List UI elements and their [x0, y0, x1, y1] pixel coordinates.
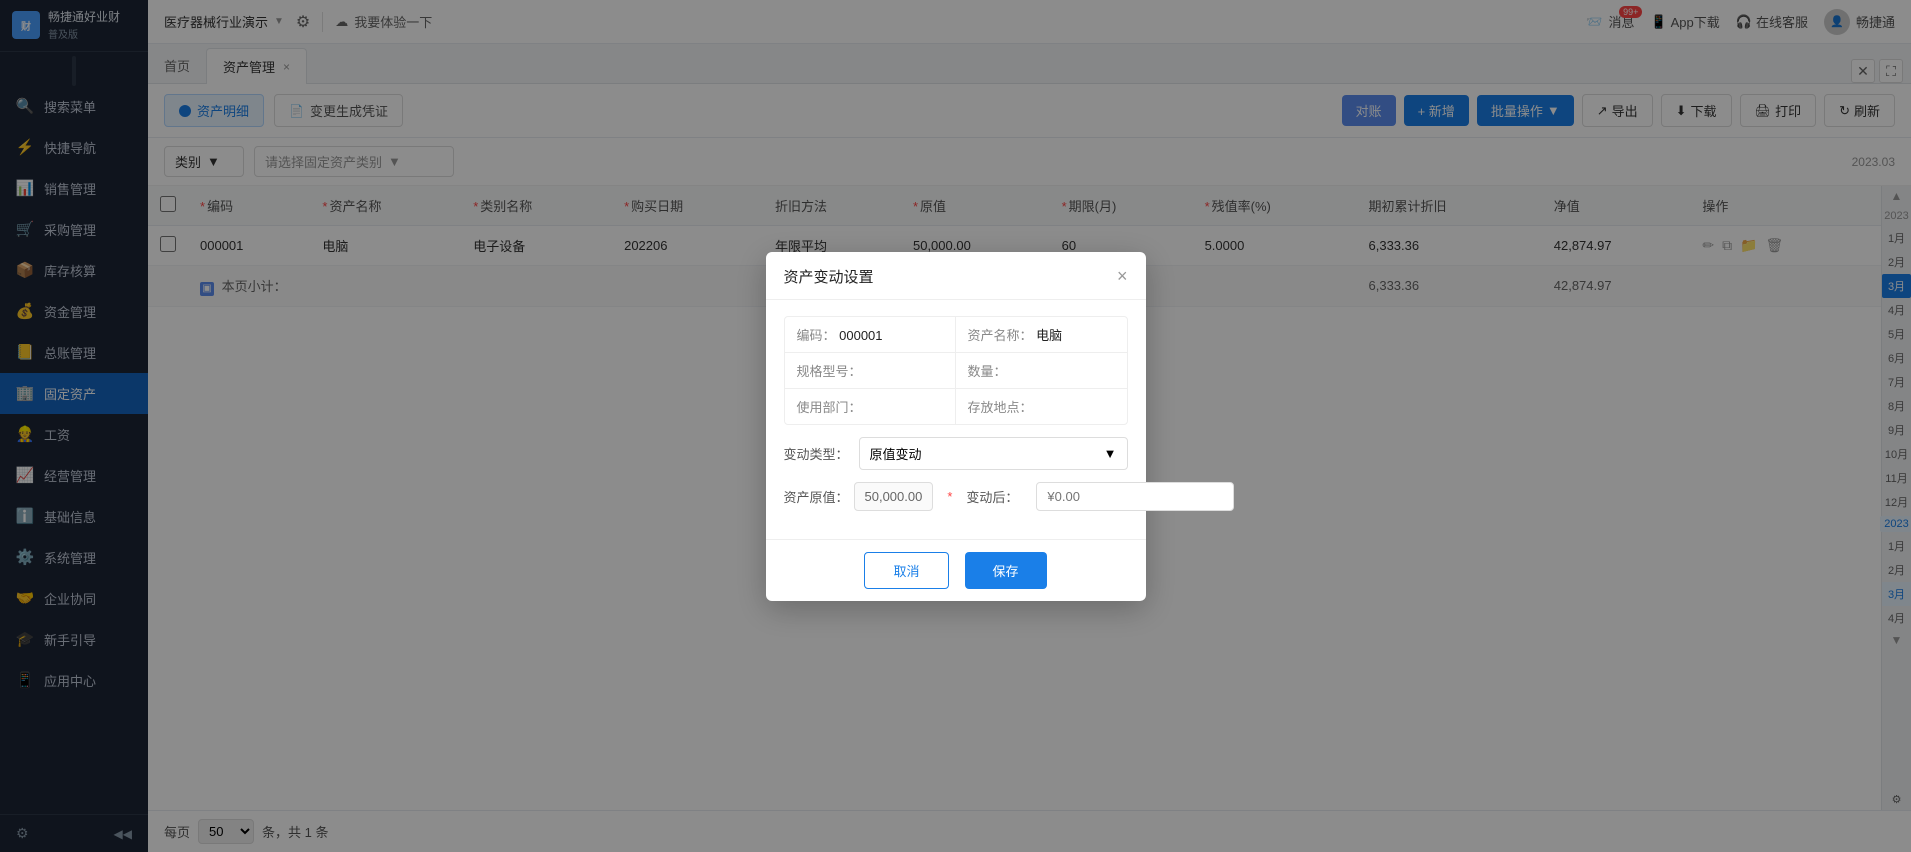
- modal-qty-cell: 数量：: [956, 353, 1127, 389]
- modal-dept-cell: 使用部门：: [785, 389, 956, 424]
- change-type-arrow: ▼: [1104, 446, 1117, 461]
- modal-header: 资产变动设置 ×: [766, 252, 1146, 300]
- after-value-input[interactable]: [1036, 482, 1234, 511]
- after-label: 变动后：: [966, 487, 1026, 506]
- asset-change-modal: 资产变动设置 × 编码： 000001 资产名称： 电脑: [766, 252, 1146, 601]
- change-type-label: 变动类型：: [784, 444, 849, 463]
- modal-overlay: 资产变动设置 × 编码： 000001 资产名称： 电脑: [148, 84, 1911, 852]
- cancel-button[interactable]: 取消: [864, 552, 948, 589]
- code-label: 编码：: [797, 328, 836, 343]
- modal-body: 编码： 000001 资产名称： 电脑 规格型号： 数量：: [766, 300, 1146, 539]
- modal-footer: 取消 保存: [766, 539, 1146, 601]
- change-type-select[interactable]: 原值变动 ▼: [859, 437, 1128, 470]
- asset-name-label: 资产名称：: [968, 328, 1033, 343]
- original-value-label: 资产原值：: [784, 487, 844, 506]
- required-after: *: [947, 489, 952, 504]
- modal-close-button[interactable]: ×: [1117, 267, 1128, 285]
- main-area: 医疗器械行业演示 ▼ ⚙ ☁ 我要体验一下 📨 消息 99+ 📱 App下载 🎧…: [148, 0, 1911, 852]
- change-type-row: 变动类型： 原值变动 ▼: [784, 437, 1128, 470]
- asset-name-value: 电脑: [1036, 328, 1062, 343]
- modal-model-cell: 规格型号：: [785, 353, 956, 389]
- modal-info-grid: 编码： 000001 资产名称： 电脑 规格型号： 数量：: [784, 316, 1128, 425]
- original-value-display: 50,000.00: [854, 482, 934, 511]
- change-type-value: 原值变动: [870, 444, 922, 463]
- modal-title: 资产变动设置: [784, 266, 874, 287]
- location-label: 存放地点：: [968, 400, 1033, 415]
- value-row: 资产原值： 50,000.00 * 变动后：: [784, 482, 1128, 511]
- content-area: 资产明细 📄 变更生成凭证 对账 + 新增 批量操作 ▼: [148, 84, 1911, 852]
- save-button[interactable]: 保存: [965, 552, 1047, 589]
- dept-label: 使用部门：: [797, 400, 862, 415]
- qty-label: 数量：: [968, 364, 1007, 379]
- code-value: 000001: [839, 328, 882, 343]
- modal-location-cell: 存放地点：: [956, 389, 1127, 424]
- modal-code-cell: 编码： 000001: [785, 317, 956, 353]
- modal-name-cell: 资产名称： 电脑: [956, 317, 1127, 353]
- model-label: 规格型号：: [797, 364, 862, 379]
